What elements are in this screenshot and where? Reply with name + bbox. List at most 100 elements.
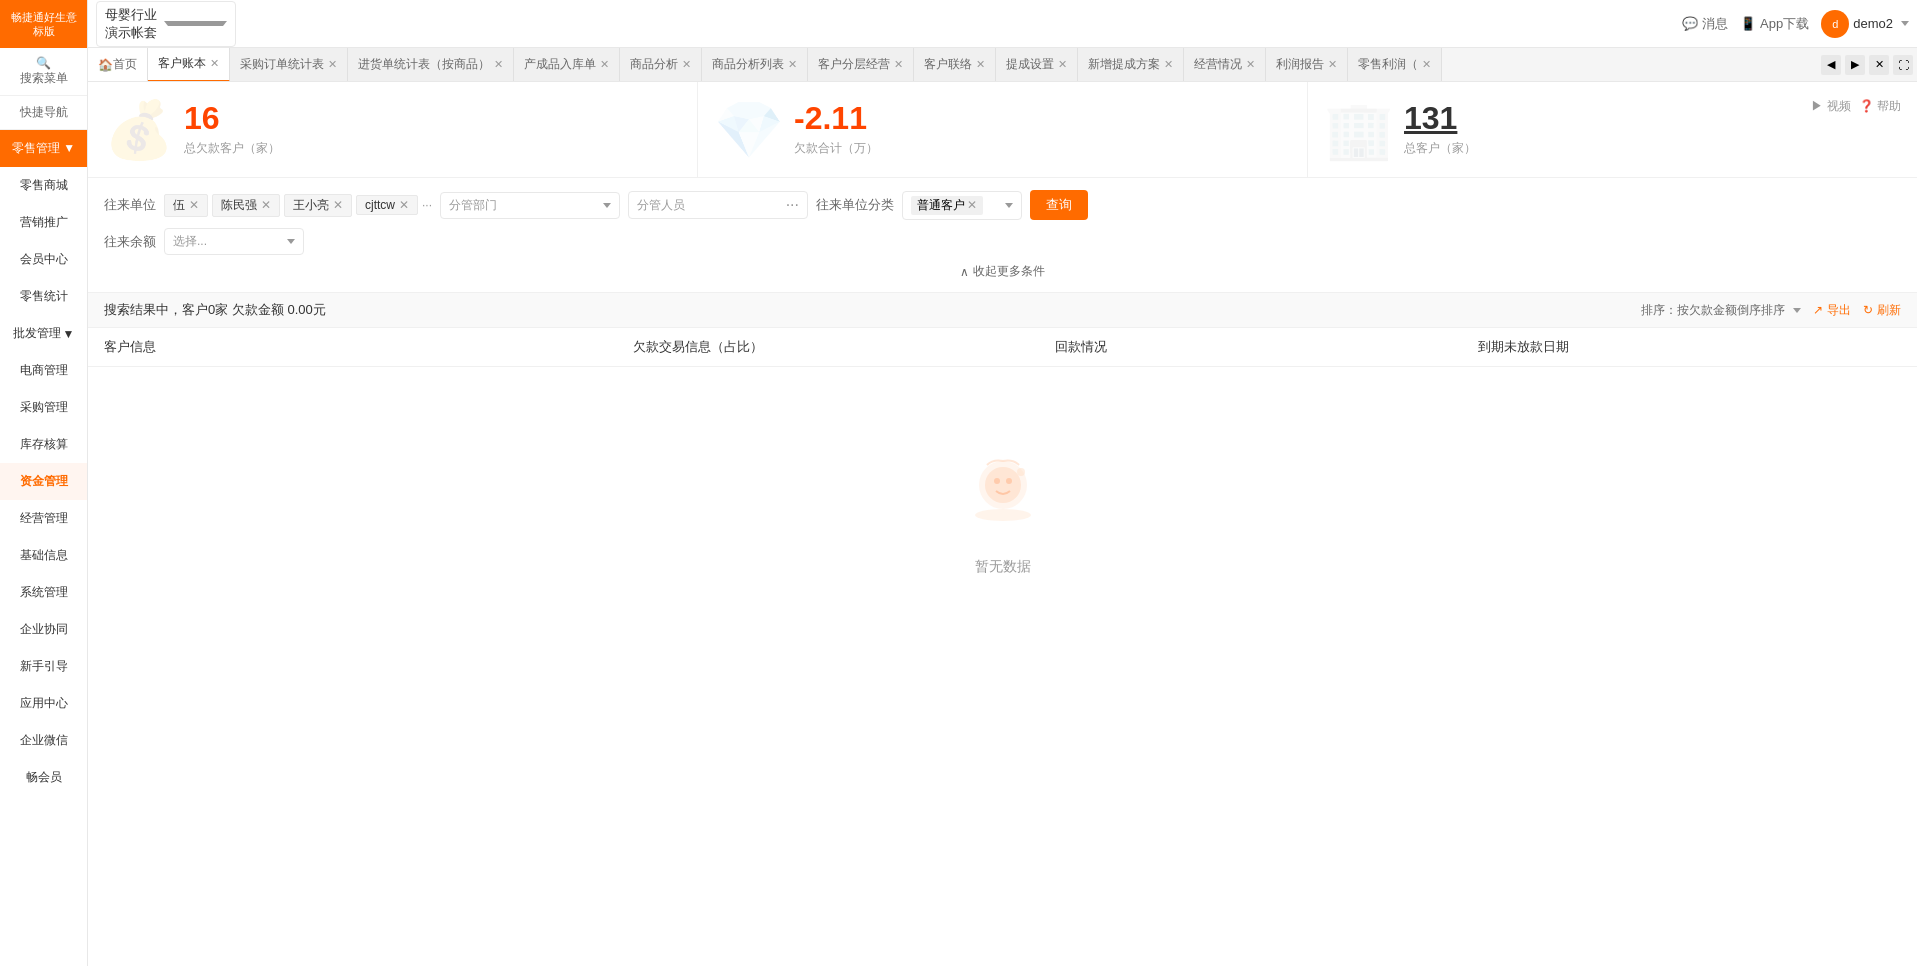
tab-goods-analysis-list[interactable]: 商品分析列表 ✕: [702, 48, 808, 82]
sidebar-item-wholesale-mgmt[interactable]: 批发管理 ▼: [0, 315, 87, 352]
tab-close-icon[interactable]: ✕: [1422, 58, 1431, 71]
sidebar-item-basic-info[interactable]: 基础信息: [0, 537, 87, 574]
stat-total-debt: 💎 -2.11 欠款合计（万）: [698, 82, 1308, 177]
unit-tag-2: 王小亮 ✕: [284, 194, 352, 217]
staff-filter[interactable]: 分管人员 ···: [628, 191, 808, 219]
tab-home[interactable]: 🏠 首页: [88, 48, 148, 82]
tab-label: 经营情况: [1194, 56, 1242, 73]
tab-purchase-order-stats[interactable]: 采购订单统计表 ✕: [230, 48, 348, 82]
sidebar-item-app-center[interactable]: 应用中心: [0, 685, 87, 722]
sidebar-item-label: 系统管理: [20, 585, 68, 599]
sidebar: 畅捷通好生意 标版 🔍 搜索菜单 快捷导航 零售管理 ▼ 零售商城 营销推广 会…: [0, 0, 88, 966]
sidebar-search[interactable]: 🔍 搜索菜单: [0, 48, 87, 96]
user-menu[interactable]: d demo2: [1821, 10, 1909, 38]
app-download-button[interactable]: 📱 App下载: [1740, 15, 1809, 33]
tab-customer-ledger[interactable]: 客户账本 ✕: [148, 48, 230, 82]
tab-cost-warehousing[interactable]: 产成品入库单 ✕: [514, 48, 620, 82]
tab-profit-report[interactable]: 利润报告 ✕: [1266, 48, 1348, 82]
query-button[interactable]: 查询: [1030, 190, 1088, 220]
sidebar-item-capital-mgmt[interactable]: 资金管理: [0, 463, 87, 500]
refresh-button[interactable]: ↻ 刷新: [1863, 302, 1901, 319]
account-dropdown[interactable]: 母婴行业演示帐套: [96, 1, 236, 47]
result-info: 搜索结果中，客户0家 欠款金额 0.00元: [104, 301, 326, 319]
sidebar-item-retail-mgmt[interactable]: 零售管理 ▼: [0, 130, 87, 167]
topbar: 母婴行业演示帐套 💬 消息 📱 App下载 d demo2: [88, 0, 1917, 48]
account-label: 母婴行业演示帐套: [105, 6, 160, 42]
tab-scroll-right[interactable]: ▶: [1845, 55, 1865, 75]
chevron-up-icon: ∧: [960, 265, 969, 279]
sidebar-item-ecommerce[interactable]: 电商管理: [0, 352, 87, 389]
tab-customer-segment[interactable]: 客户分层经营 ✕: [808, 48, 914, 82]
sidebar-item-enterprise-wechat[interactable]: 企业微信: [0, 722, 87, 759]
balance-filter[interactable]: 选择...: [164, 228, 304, 255]
main-area: 母婴行业演示帐套 💬 消息 📱 App下载 d demo2 🏠: [88, 0, 1917, 966]
tab-close-icon[interactable]: ✕: [788, 58, 797, 71]
sidebar-item-operations[interactable]: 经营管理: [0, 500, 87, 537]
tab-close-icon[interactable]: ✕: [1328, 58, 1337, 71]
sidebar-item-retail-mall[interactable]: 零售商城: [0, 167, 87, 204]
classify-filter[interactable]: 普通客户 ✕: [902, 191, 1022, 220]
sidebar-item-marketing[interactable]: 营销推广: [0, 204, 87, 241]
help-link[interactable]: ❓ 帮助: [1859, 98, 1901, 115]
sidebar-item-label: 批发管理: [13, 325, 61, 342]
tab-goods-analysis[interactable]: 商品分析 ✕: [620, 48, 702, 82]
table-header: 客户信息 欠款交易信息（占比） 回款情况 到期未放款日期: [88, 328, 1917, 367]
sidebar-item-new-guide[interactable]: 新手引导: [0, 648, 87, 685]
tab-customer-contact[interactable]: 客户联络 ✕: [914, 48, 996, 82]
tab-close-all[interactable]: ✕: [1869, 55, 1889, 75]
total-debt-label: 欠款合计（万）: [794, 140, 1283, 157]
remove-classify-icon[interactable]: ✕: [967, 198, 977, 212]
remove-unit-tag-3[interactable]: ✕: [399, 198, 409, 212]
tab-scroll-left[interactable]: ◀: [1821, 55, 1841, 75]
tab-close-icon[interactable]: ✕: [494, 58, 503, 71]
dept-filter[interactable]: 分管部门: [440, 192, 620, 219]
filter-row-1: 往来单位 伍 ✕ 陈民强 ✕ 王小亮 ✕ cjttcw: [104, 190, 1901, 220]
remove-unit-tag-2[interactable]: ✕: [333, 198, 343, 212]
col-repay-info: 回款情况: [1055, 338, 1478, 356]
sidebar-item-sys-mgmt[interactable]: 系统管理: [0, 574, 87, 611]
collapse-label: 收起更多条件: [973, 263, 1045, 280]
sidebar-item-membership[interactable]: 畅会员: [0, 759, 87, 796]
sidebar-item-retail-stats[interactable]: 零售统计: [0, 278, 87, 315]
tab-close-icon[interactable]: ✕: [682, 58, 691, 71]
sidebar-item-purchase-mgmt[interactable]: 采购管理: [0, 389, 87, 426]
sidebar-item-label: 库存核算: [20, 437, 68, 451]
chevron-down-icon: ▼: [63, 327, 75, 341]
sidebar-item-inventory[interactable]: 库存核算: [0, 426, 87, 463]
tab-close-icon[interactable]: ✕: [328, 58, 337, 71]
tab-close-icon[interactable]: ✕: [976, 58, 985, 71]
quick-nav[interactable]: 快捷导航: [0, 96, 87, 130]
sidebar-item-enterprise[interactable]: 企业协同: [0, 611, 87, 648]
sort-control[interactable]: 排序：按欠款金额倒序排序: [1641, 302, 1801, 319]
tab-retail-profit[interactable]: 零售利润（ ✕: [1348, 48, 1442, 82]
more-tags-button[interactable]: ···: [422, 198, 432, 212]
export-button[interactable]: ↗ 导出: [1813, 302, 1851, 319]
tab-new-boost[interactable]: 新增提成方案 ✕: [1078, 48, 1184, 82]
remove-unit-tag-0[interactable]: ✕: [189, 198, 199, 212]
tab-operations-status[interactable]: 经营情况 ✕: [1184, 48, 1266, 82]
tab-maximize[interactable]: ⛶: [1893, 55, 1913, 75]
stat-total-customers: 💰 16 总欠款客户（家）: [88, 82, 698, 177]
dropdown-arrow-icon: [164, 21, 227, 26]
tab-close-icon[interactable]: ✕: [894, 58, 903, 71]
sidebar-item-label: 零售商城: [20, 178, 68, 192]
tab-close-icon[interactable]: ✕: [1246, 58, 1255, 71]
tab-close-icon[interactable]: ✕: [1164, 58, 1173, 71]
collapse-button[interactable]: ∧ 收起更多条件: [104, 263, 1901, 280]
svg-point-0: [975, 509, 1031, 521]
tab-goods-stats[interactable]: 进货单统计表（按商品） ✕: [348, 48, 514, 82]
tab-scroll-controls: ◀ ▶ ✕ ⛶: [1821, 55, 1917, 75]
tab-close-icon[interactable]: ✕: [600, 58, 609, 71]
table: 客户信息 欠款交易信息（占比） 回款情况 到期未放款日期: [88, 328, 1917, 656]
total-clients-label: 总客户（家）: [1404, 140, 1893, 157]
sidebar-item-member-center[interactable]: 会员中心: [0, 241, 87, 278]
tab-boost-settings[interactable]: 提成设置 ✕: [996, 48, 1078, 82]
tab-close-icon[interactable]: ✕: [210, 57, 219, 70]
remove-unit-tag-1[interactable]: ✕: [261, 198, 271, 212]
refresh-icon: ↻: [1863, 303, 1873, 317]
tab-label: 产成品入库单: [524, 56, 596, 73]
tab-close-icon[interactable]: ✕: [1058, 58, 1067, 71]
tab-bar: 🏠 首页 客户账本 ✕ 采购订单统计表 ✕ 进货单统计表（按商品） ✕ 产成品入…: [88, 48, 1917, 82]
message-button[interactable]: 💬 消息: [1682, 15, 1728, 33]
video-link[interactable]: ▶ 视频: [1811, 98, 1850, 115]
